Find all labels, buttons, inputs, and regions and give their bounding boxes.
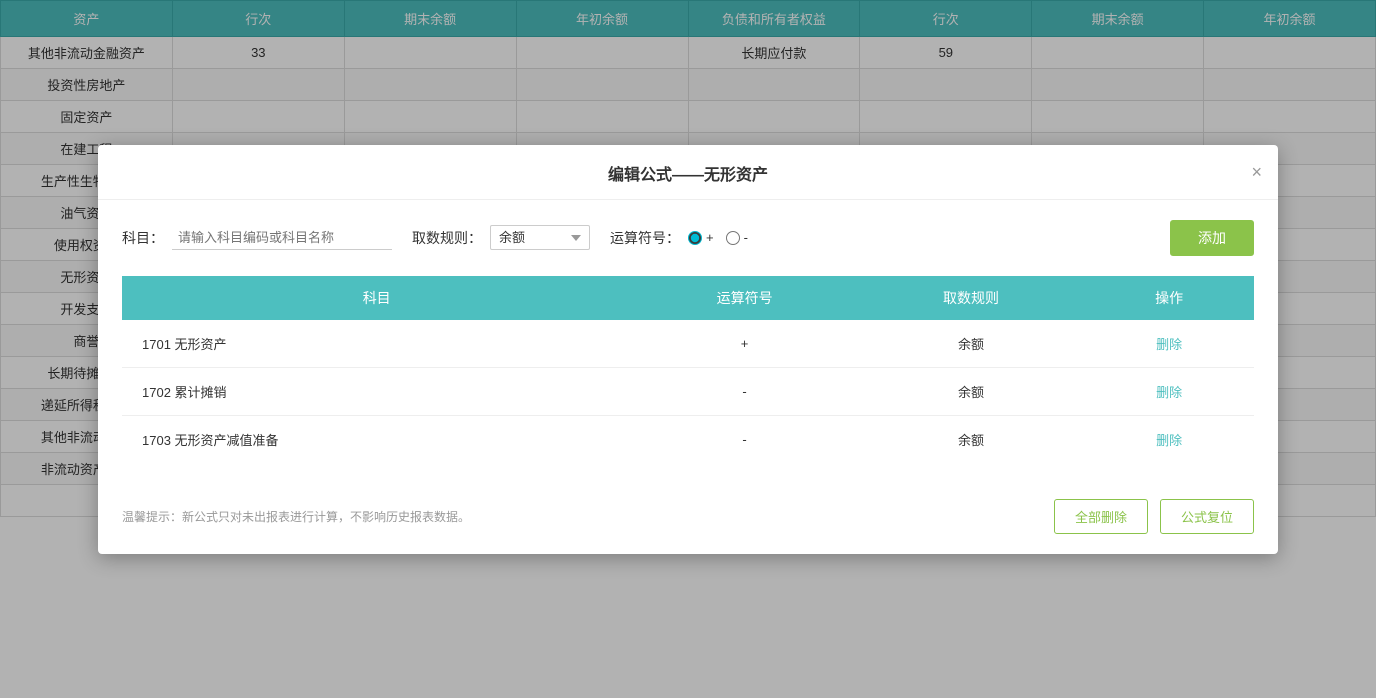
operator-plus-radio[interactable] — [688, 231, 702, 245]
operator-minus-radio[interactable] — [726, 231, 740, 245]
operator-label: 运算符号： — [610, 228, 680, 248]
data-table: 科目 运算符号 取数规则 操作 1701 无形资产 + 余额 删除 1702 累… — [122, 276, 1254, 463]
operator-minus-text: - — [744, 230, 748, 245]
rule-label: 取数规则： — [412, 228, 482, 248]
modal-header: 编辑公式——无形资产 × — [98, 145, 1278, 200]
table-row: 1703 无形资产减值准备 - 余额 删除 — [122, 415, 1254, 463]
cell-subject-2: 1703 无形资产减值准备 — [122, 415, 631, 463]
rule-select-wrapper: 余额 借方 贷方 借方发生额 贷方发生额 — [490, 225, 590, 250]
delete-link-2[interactable]: 删除 — [1156, 433, 1182, 448]
cell-action-0: 删除 — [1084, 320, 1254, 368]
cell-operator-2: - — [631, 415, 857, 463]
delete-all-button[interactable]: 全部删除 — [1054, 499, 1148, 534]
subject-input[interactable] — [172, 226, 392, 250]
table-header-row: 科目 运算符号 取数规则 操作 — [122, 276, 1254, 320]
subject-label: 科目： — [122, 228, 164, 248]
delete-link-1[interactable]: 删除 — [1156, 385, 1182, 400]
col-header-subject: 科目 — [122, 276, 631, 320]
table-row: 1702 累计摊销 - 余额 删除 — [122, 367, 1254, 415]
modal-body: 科目： 取数规则： 余额 借方 贷方 借方发生额 贷方发生额 — [98, 200, 1278, 483]
operator-plus-label[interactable]: + — [688, 230, 714, 245]
close-button[interactable]: × — [1251, 163, 1262, 181]
form-row: 科目： 取数规则： 余额 借方 贷方 借方发生额 贷方发生额 — [122, 220, 1254, 256]
col-header-operator: 运算符号 — [631, 276, 857, 320]
modal-title: 编辑公式——无形资产 — [608, 167, 768, 184]
cell-subject-1: 1702 累计摊销 — [122, 367, 631, 415]
add-button[interactable]: 添加 — [1170, 220, 1254, 256]
operator-group: 运算符号： + - — [610, 228, 748, 248]
modal-dialog: 编辑公式——无形资产 × 科目： 取数规则： 余额 借方 贷方 — [98, 145, 1278, 554]
operator-plus-text: + — [706, 230, 714, 245]
reset-formula-button[interactable]: 公式复位 — [1160, 499, 1254, 534]
cell-operator-1: - — [631, 367, 857, 415]
cell-rule-0: 余额 — [858, 320, 1084, 368]
rule-group: 取数规则： 余额 借方 贷方 借方发生额 贷方发生额 — [412, 225, 590, 250]
modal-overlay: 编辑公式——无形资产 × 科目： 取数规则： 余额 借方 贷方 — [0, 0, 1376, 698]
operator-radio-group: + - — [688, 230, 748, 245]
col-header-action: 操作 — [1084, 276, 1254, 320]
cell-action-2: 删除 — [1084, 415, 1254, 463]
cell-subject-0: 1701 无形资产 — [122, 320, 631, 368]
rule-select[interactable]: 余额 借方 贷方 借方发生额 贷方发生额 — [490, 225, 590, 250]
footer-tip: 温馨提示：新公式只对未出报表进行计算，不影响历史报表数据。 — [122, 508, 470, 525]
col-header-rule: 取数规则 — [858, 276, 1084, 320]
cell-operator-0: + — [631, 320, 857, 368]
delete-link-0[interactable]: 删除 — [1156, 337, 1182, 352]
cell-action-1: 删除 — [1084, 367, 1254, 415]
cell-rule-1: 余额 — [858, 367, 1084, 415]
cell-rule-2: 余额 — [858, 415, 1084, 463]
table-row: 1701 无形资产 + 余额 删除 — [122, 320, 1254, 368]
subject-group: 科目： — [122, 226, 392, 250]
operator-minus-label[interactable]: - — [726, 230, 748, 245]
footer-buttons: 全部删除 公式复位 — [1054, 499, 1254, 534]
modal-footer: 温馨提示：新公式只对未出报表进行计算，不影响历史报表数据。 全部删除 公式复位 — [98, 483, 1278, 554]
